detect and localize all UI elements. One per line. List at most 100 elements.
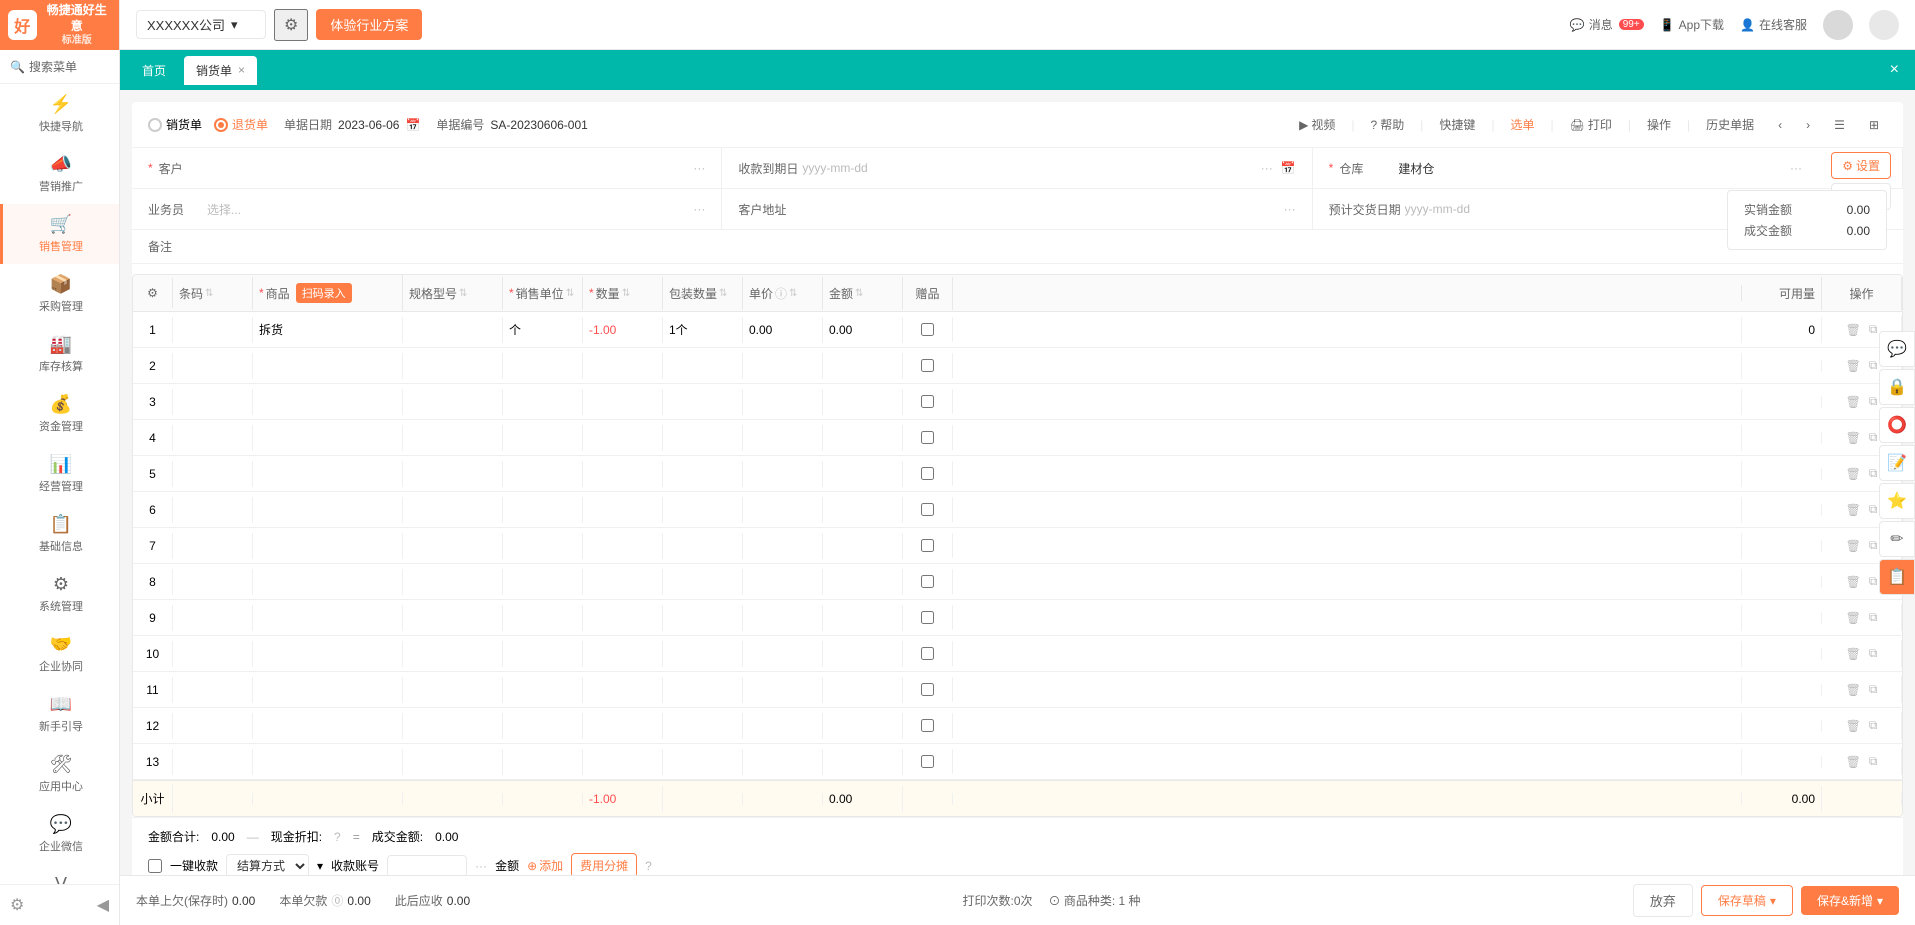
cell-spec[interactable] — [403, 605, 503, 631]
cell-spec[interactable] — [403, 569, 503, 595]
cell-gift[interactable] — [903, 713, 953, 738]
copy-icon[interactable]: ⧉ — [1869, 394, 1878, 409]
cell-price[interactable] — [743, 641, 823, 667]
sidebar-item-快捷导航[interactable]: ⚡快捷导航 — [0, 84, 119, 144]
cell-amount[interactable] — [823, 461, 903, 487]
cell-qty[interactable] — [583, 353, 663, 379]
print-btn[interactable]: 🖨 打印 — [1562, 112, 1620, 137]
cell-qty[interactable] — [583, 713, 663, 739]
cell-barcode[interactable] — [173, 605, 253, 631]
cell-barcode[interactable] — [173, 389, 253, 415]
cell-product[interactable] — [253, 641, 403, 667]
float-lock-btn[interactable]: 🔒 — [1879, 369, 1915, 405]
cell-product[interactable] — [253, 569, 403, 595]
avatar[interactable] — [1823, 10, 1853, 40]
settings-button[interactable]: ⚙ ⚙ 设置设置 — [1831, 152, 1891, 179]
cell-price[interactable] — [743, 389, 823, 415]
cell-gift[interactable] — [903, 533, 953, 558]
delete-icon[interactable]: 🗑 — [1846, 575, 1861, 589]
cell-unit[interactable] — [503, 641, 583, 667]
cell-amount[interactable] — [823, 605, 903, 631]
cell-amount[interactable] — [823, 533, 903, 559]
delete-icon[interactable]: 🗑 — [1846, 431, 1861, 445]
cell-qty[interactable] — [583, 533, 663, 559]
cell-qty[interactable] — [583, 677, 663, 703]
cell-spec[interactable] — [403, 641, 503, 667]
cell-spec[interactable] — [403, 713, 503, 739]
tab-sales-order[interactable]: 销货单 × — [184, 56, 257, 85]
video-btn[interactable]: ▶ 视频 — [1291, 112, 1343, 137]
col-settings-header[interactable]: ⚙ — [133, 278, 173, 308]
cell-qty[interactable] — [583, 569, 663, 595]
prev-btn[interactable]: ‹ — [1770, 114, 1790, 136]
cell-product[interactable] — [253, 353, 403, 379]
scan-btn[interactable]: 扫码录入 — [296, 283, 352, 303]
payment-calendar-icon[interactable]: 📅 — [1281, 161, 1296, 175]
cell-spec[interactable] — [403, 749, 503, 775]
cell-gift[interactable] — [903, 677, 953, 702]
cell-amount[interactable] — [823, 353, 903, 379]
delete-icon[interactable]: 🗑 — [1846, 359, 1861, 373]
cell-barcode[interactable] — [173, 641, 253, 667]
cell-pkgqty[interactable] — [663, 569, 743, 595]
expense-btn[interactable]: 费用分摊 — [571, 853, 637, 875]
message-btn[interactable]: 💬 消息 99+ — [1570, 16, 1644, 33]
cell-amount[interactable] — [823, 497, 903, 523]
cell-gift[interactable] — [903, 749, 953, 774]
payment-date-dots[interactable]: ··· — [1261, 161, 1273, 175]
sidebar-item-系统管理[interactable]: ⚙系统管理 — [0, 564, 119, 624]
cell-unit[interactable] — [503, 425, 583, 451]
cell-pkgqty[interactable] — [663, 353, 743, 379]
cell-price[interactable] — [743, 425, 823, 451]
cell-pkgqty[interactable] — [663, 605, 743, 631]
discard-button[interactable]: 放弃 — [1633, 884, 1693, 917]
cell-spec[interactable] — [403, 425, 503, 451]
shortcuts-btn[interactable]: 快捷键 — [1431, 112, 1483, 137]
cell-qty[interactable] — [583, 461, 663, 487]
cell-amount[interactable] — [823, 677, 903, 703]
operations-btn[interactable]: 操作 — [1639, 112, 1679, 137]
cell-pkgqty[interactable] — [663, 317, 743, 343]
account-dots[interactable]: ··· — [475, 859, 487, 873]
cell-product[interactable] — [253, 677, 403, 703]
account-input[interactable] — [387, 855, 467, 876]
tab-bar-close-icon[interactable]: × — [1882, 57, 1907, 83]
calendar-icon[interactable]: 📅 — [405, 118, 420, 132]
cell-product[interactable] — [253, 461, 403, 487]
cell-product[interactable] — [253, 425, 403, 451]
cell-unit[interactable] — [503, 461, 583, 487]
cell-unit[interactable] — [503, 389, 583, 415]
delete-icon[interactable]: 🗑 — [1846, 467, 1861, 481]
float-active-btn[interactable]: 📋 — [1879, 559, 1915, 595]
cell-price[interactable] — [743, 749, 823, 775]
cell-unit[interactable] — [503, 605, 583, 631]
cell-barcode[interactable] — [173, 713, 253, 739]
cell-product[interactable] — [253, 713, 403, 739]
cell-price[interactable] — [743, 677, 823, 703]
cell-barcode[interactable] — [173, 425, 253, 451]
float-note-btn[interactable]: 📝 — [1879, 445, 1915, 481]
cell-pkgqty[interactable] — [663, 461, 743, 487]
cell-gift[interactable] — [903, 461, 953, 486]
cell-price[interactable] — [743, 533, 823, 559]
cell-desc[interactable] — [953, 425, 1742, 451]
copy-icon[interactable]: ⧉ — [1869, 322, 1878, 337]
cell-barcode[interactable] — [173, 461, 253, 487]
cell-pkgqty[interactable] — [663, 677, 743, 703]
cell-qty[interactable] — [583, 749, 663, 775]
cell-price[interactable] — [743, 713, 823, 739]
salesperson-field[interactable]: 业务员 选择... ··· — [132, 189, 722, 229]
sidebar-item-营销推广[interactable]: 📣营销推广 — [0, 144, 119, 204]
sidebar-item-基础信息[interactable]: 📋基础信息 — [0, 504, 119, 564]
cell-amount[interactable] — [823, 569, 903, 595]
cell-spec[interactable] — [403, 461, 503, 487]
cell-qty[interactable] — [583, 389, 663, 415]
cell-barcode[interactable] — [173, 497, 253, 523]
app-download-btn[interactable]: 📱 App下载 — [1660, 16, 1724, 33]
cell-qty[interactable] — [583, 425, 663, 451]
sidebar-item-应用中心[interactable]: 🛠应用中心 — [0, 744, 119, 804]
sidebar-item-资金管理[interactable]: 💰资金管理 — [0, 384, 119, 444]
radio-sales[interactable]: 销货单 — [148, 116, 202, 133]
copy-icon[interactable]: ⧉ — [1869, 466, 1878, 481]
address-dots[interactable]: ··· — [1284, 202, 1296, 216]
